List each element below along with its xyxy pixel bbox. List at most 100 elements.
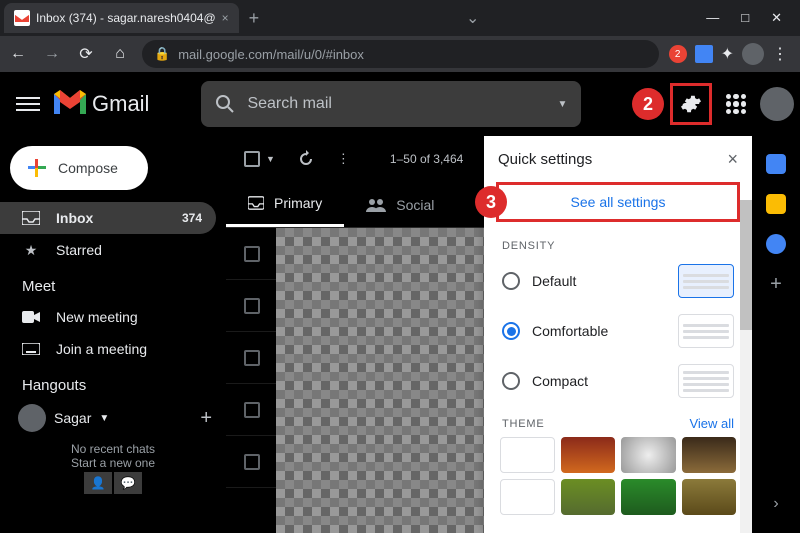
no-chats-area: No recent chats Start a new one [0,442,226,470]
theme-swatch[interactable] [682,437,737,473]
tab-social[interactable]: Social [344,182,456,227]
tab-close-icon[interactable]: × [222,11,229,25]
search-bar[interactable]: Search mail ▼ [201,81,581,127]
forward-icon: → [40,45,64,63]
theme-swatch[interactable] [500,437,555,473]
gmail-logo[interactable]: Gmail [52,90,149,118]
density-preview [678,364,734,398]
address-bar[interactable]: 🔒 mail.google.com/mail/u/0/#inbox [142,40,659,68]
row-checkbox[interactable] [244,454,260,470]
home-icon[interactable]: ⌂ [108,45,132,63]
close-icon[interactable]: ✕ [771,10,782,26]
gmail-m-icon [52,90,88,118]
main-menu-icon[interactable] [16,92,40,116]
plus-icon [28,159,46,177]
browser-menu-icon[interactable]: ⋮ [772,44,788,64]
density-option-comfortable[interactable]: Comfortable [484,306,752,356]
contacts-tab-icon[interactable]: 👤 [84,472,112,494]
mail-row[interactable] [226,436,276,488]
scrollbar-thumb[interactable] [740,200,752,330]
start-new-text[interactable]: Start a new one [0,456,226,470]
browser-tab[interactable]: Inbox (374) - sagar.naresh0404@ × [4,3,239,33]
chevron-down-icon[interactable]: ▼ [99,413,109,424]
new-tab-button[interactable]: + [239,8,270,29]
sidebar-item-starred[interactable]: ★ Starred [0,234,216,266]
calendar-app-icon[interactable] [766,154,786,174]
theme-swatch[interactable] [621,437,676,473]
keep-app-icon[interactable] [766,194,786,214]
density-label: Comfortable [532,323,608,339]
browser-titlebar: Inbox (374) - sagar.naresh0404@ × + ⌄ — … [0,0,800,36]
select-dropdown-icon[interactable]: ▼ [266,154,275,164]
search-placeholder: Search mail [247,95,331,113]
theme-swatch[interactable] [561,437,616,473]
radio-icon[interactable] [502,372,520,390]
sidebar-item-label: Join a meeting [56,341,147,357]
extensions-area: 2 ✦ ⋮ [669,43,794,65]
people-icon [366,198,386,212]
compose-button[interactable]: Compose [10,146,148,190]
reload-icon[interactable]: ⟳ [74,44,98,64]
radio-icon[interactable] [502,272,520,290]
see-all-label: See all settings [571,194,666,210]
mail-content: ▼ ⋮ 1–50 of 3,464 Primary Social [226,136,484,533]
account-avatar[interactable] [760,87,794,121]
mail-row[interactable] [226,384,276,436]
search-options-icon[interactable]: ▼ [558,99,568,110]
hangouts-user-row[interactable]: Sagar ▼ + [0,400,226,436]
sidebar-item-inbox[interactable]: Inbox 374 [0,202,216,234]
keyboard-icon [22,343,40,355]
sidebar-item-join-meeting[interactable]: Join a meeting [0,333,216,365]
addons-icon[interactable]: + [766,274,786,294]
extensions-icon[interactable]: ✦ [721,44,734,64]
chat-tab-icon[interactable]: 💬 [114,472,142,494]
main-area: Compose Inbox 374 ★ Starred Meet New mee… [0,136,800,533]
tab-primary[interactable]: Primary [226,182,344,227]
tab-title: Inbox (374) - sagar.naresh0404@ [36,11,216,25]
settings-button[interactable] [670,83,712,125]
row-checkbox[interactable] [244,402,260,418]
sidebar-item-new-meeting[interactable]: New meeting [0,301,216,333]
select-all-checkbox[interactable] [244,151,260,167]
browser-toolbar: ← → ⟳ ⌂ 🔒 mail.google.com/mail/u/0/#inbo… [0,36,800,72]
more-icon[interactable]: ⋮ [337,151,350,167]
gear-icon [680,93,702,115]
tab-label: Social [396,197,434,213]
row-checkbox[interactable] [244,298,260,314]
inbox-tab-icon [248,196,264,210]
refresh-icon[interactable] [297,150,315,168]
gmail-header: Gmail Search mail ▼ 2 [0,72,800,136]
theme-swatch[interactable] [682,479,737,515]
mail-row[interactable] [226,332,276,384]
collapse-side-panel-icon[interactable]: › [773,495,778,513]
no-chats-text: No recent chats [0,442,226,456]
extension-badge[interactable]: 2 [669,45,687,63]
add-chat-icon[interactable]: + [200,407,212,430]
theme-view-all-link[interactable]: View all [689,416,734,431]
theme-swatch[interactable] [621,479,676,515]
density-label: Default [532,273,576,289]
density-option-default[interactable]: Default [484,256,752,306]
apps-grid-icon[interactable] [726,94,746,114]
theme-swatch[interactable] [561,479,616,515]
theme-swatch[interactable] [500,479,555,515]
back-icon[interactable]: ← [6,45,30,63]
close-panel-icon[interactable]: × [727,149,738,170]
minimize-icon[interactable]: — [706,10,719,26]
density-option-compact[interactable]: Compact [484,356,752,406]
tab-dropdown-icon[interactable]: ⌄ [466,8,479,28]
mail-row[interactable] [226,228,276,280]
star-icon: ★ [22,242,40,259]
see-all-settings-button[interactable]: 3 See all settings [496,182,740,222]
browser-profile-avatar[interactable] [742,43,764,65]
row-checkbox[interactable] [244,246,260,262]
translate-extension-icon[interactable] [695,45,713,63]
radio-icon[interactable] [502,322,520,340]
tasks-app-icon[interactable] [766,234,786,254]
mail-row[interactable] [226,280,276,332]
panel-scrollbar[interactable] [740,200,752,533]
density-label: Compact [532,373,588,389]
row-checkbox[interactable] [244,350,260,366]
gmail-favicon [14,10,30,26]
maximize-icon[interactable]: □ [741,10,749,26]
